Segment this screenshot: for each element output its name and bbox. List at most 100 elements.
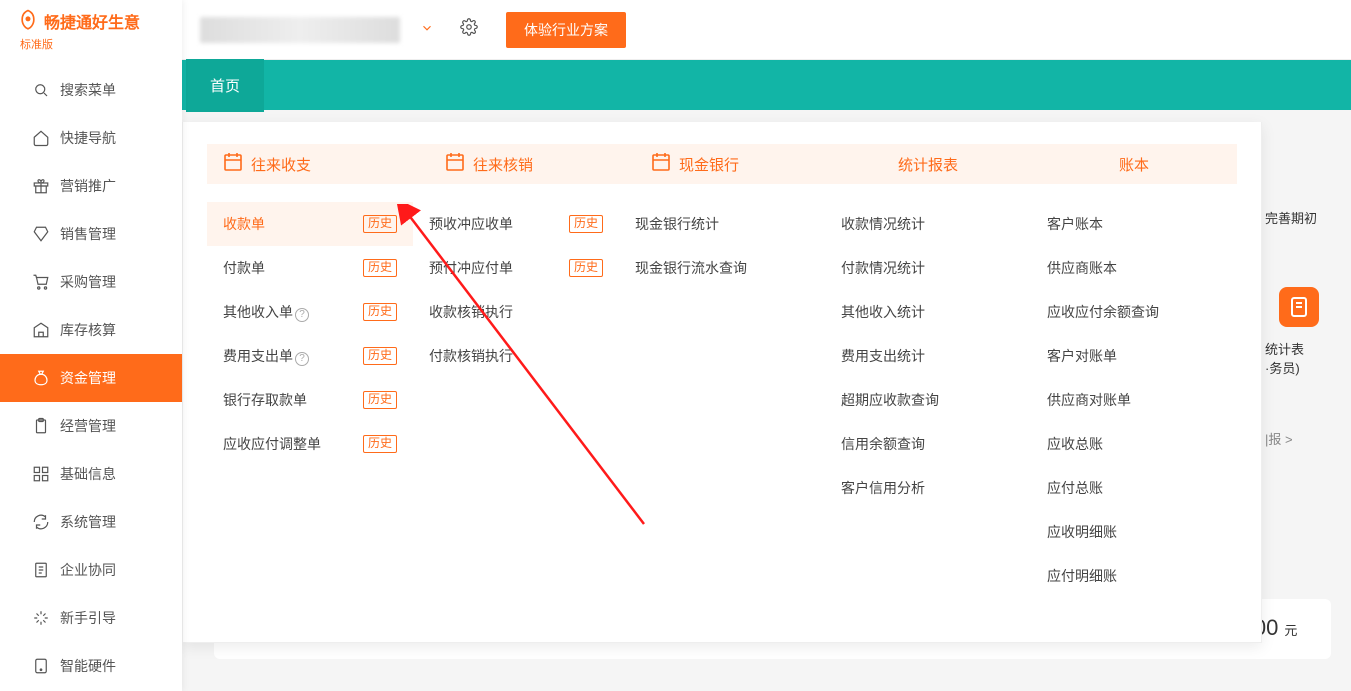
megamenu-col-1: 往来核销预收冲应收单历史预付冲应付单历史收款核销执行付款核销执行 <box>413 144 619 598</box>
sidebar-item-label: 资金管理 <box>60 368 116 388</box>
sidebar-item-3[interactable]: 销售管理 <box>0 210 182 258</box>
sidebar-item-label: 库存核算 <box>60 320 116 340</box>
refresh-icon <box>32 513 50 531</box>
sidebar-item-8[interactable]: 基础信息 <box>0 450 182 498</box>
menu-item-label: 其他收入单? <box>223 302 309 322</box>
history-tag[interactable]: 历史 <box>363 347 397 364</box>
sidebar-item-label: 采购管理 <box>60 272 116 292</box>
menu-item[interactable]: 费用支出统计 <box>825 334 1031 378</box>
menu-item-label: 付款情况统计 <box>841 258 925 278</box>
sidebar-item-0[interactable]: 搜索菜单 <box>0 66 182 114</box>
menu-item[interactable]: 费用支出单? 历史 <box>207 334 413 378</box>
sidebar-item-label: 经营管理 <box>60 416 116 436</box>
menu-item-label: 收款情况统计 <box>841 214 925 234</box>
megamenu-col-header: 账本 <box>1031 144 1237 184</box>
top-bar: 体验行业方案 <box>182 0 1351 60</box>
history-tag[interactable]: 历史 <box>363 215 397 232</box>
sidebar-item-5[interactable]: 库存核算 <box>0 306 182 354</box>
menu-item[interactable]: 其他收入单? 历史 <box>207 290 413 334</box>
history-tag[interactable]: 历史 <box>363 435 397 452</box>
tab-strip: 首页 <box>182 60 1351 110</box>
megamenu-col-3: 统计报表收款情况统计付款情况统计其他收入统计费用支出统计超期应收款查询信用余额查… <box>825 144 1031 598</box>
history-tag[interactable]: 历史 <box>363 303 397 320</box>
menu-item-label: 信用余额查询 <box>841 434 925 454</box>
menu-item[interactable]: 付款情况统计 <box>825 246 1031 290</box>
sidebar-item-6[interactable]: 资金管理 <box>0 354 182 402</box>
help-icon[interactable]: ? <box>295 352 309 366</box>
org-dropdown-chevron-icon[interactable] <box>420 21 434 39</box>
sidebar-item-11[interactable]: 新手引导 <box>0 594 182 642</box>
menu-item[interactable]: 供应商账本 <box>1031 246 1237 290</box>
history-tag[interactable]: 历史 <box>569 215 603 232</box>
menu-item[interactable]: 收款单 历史 <box>207 202 413 246</box>
menu-item-label: 现金银行流水查询 <box>635 258 747 278</box>
menu-item-label: 应收总账 <box>1047 434 1103 454</box>
menu-item[interactable]: 现金银行统计 <box>619 202 825 246</box>
menu-item[interactable]: 应收应付调整单 历史 <box>207 422 413 466</box>
menu-item-label: 费用支出单? <box>223 346 309 366</box>
column-title: 现金银行 <box>679 154 739 175</box>
sidebar-item-1[interactable]: 快捷导航 <box>0 114 182 162</box>
menu-item-label: 收款核销执行 <box>429 302 513 322</box>
sidebar-item-2[interactable]: 营销推广 <box>0 162 182 210</box>
menu-item-label: 客户账本 <box>1047 214 1103 234</box>
megamenu-col-header: 往来核销 <box>413 144 619 184</box>
menu-item[interactable]: 应付总账 <box>1031 466 1237 510</box>
menu-item[interactable]: 信用余额查询 <box>825 422 1031 466</box>
column-header-icon <box>221 150 245 178</box>
column-title: 账本 <box>1119 154 1149 175</box>
sidebar-item-label: 系统管理 <box>60 512 116 532</box>
home-icon <box>32 129 50 147</box>
search-icon <box>32 81 50 99</box>
warehouse-icon <box>32 321 50 339</box>
menu-item[interactable]: 付款核销执行 <box>413 334 619 378</box>
menu-item-label: 银行存取款单 <box>223 390 307 410</box>
menu-item-label: 应收明细账 <box>1047 522 1117 542</box>
sidebar-item-7[interactable]: 经营管理 <box>0 402 182 450</box>
help-icon[interactable]: ? <box>295 308 309 322</box>
menu-item-label: 超期应收款查询 <box>841 390 939 410</box>
menu-item[interactable]: 其他收入统计 <box>825 290 1031 334</box>
menu-item[interactable]: 应收总账 <box>1031 422 1237 466</box>
diamond-icon <box>32 225 50 243</box>
sidebar-item-label: 新手引导 <box>60 608 116 628</box>
sidebar-item-10[interactable]: 企业协同 <box>0 546 182 594</box>
grid-icon <box>32 465 50 483</box>
menu-item-label: 付款核销执行 <box>429 346 513 366</box>
menu-item-label: 收款单 <box>223 214 265 234</box>
menu-item[interactable]: 现金银行流水查询 <box>619 246 825 290</box>
menu-item[interactable]: 应付明细账 <box>1031 554 1237 598</box>
history-tag[interactable]: 历史 <box>569 259 603 276</box>
menu-item[interactable]: 客户信用分析 <box>825 466 1031 510</box>
report-card-icon[interactable] <box>1279 287 1319 327</box>
menu-item[interactable]: 收款核销执行 <box>413 290 619 334</box>
menu-item[interactable]: 超期应收款查询 <box>825 378 1031 422</box>
menu-item[interactable]: 预收冲应收单历史 <box>413 202 619 246</box>
menu-item[interactable]: 付款单历史 <box>207 246 413 290</box>
menu-item[interactable]: 银行存取款单 历史 <box>207 378 413 422</box>
history-tag[interactable]: 历史 <box>363 259 397 276</box>
menu-item[interactable]: 客户账本 <box>1031 202 1237 246</box>
menu-item-label: 应收应付调整单 <box>223 434 321 454</box>
megamenu-col-2: 现金银行现金银行统计现金银行流水查询 <box>619 144 825 598</box>
menu-item[interactable]: 应收应付余额查询 <box>1031 290 1237 334</box>
history-tag[interactable]: 历史 <box>363 391 397 408</box>
sidebar-item-4[interactable]: 采购管理 <box>0 258 182 306</box>
column-header-icon <box>443 150 467 178</box>
tab-home[interactable]: 首页 <box>186 59 264 112</box>
money-bag-icon <box>32 369 50 387</box>
menu-item[interactable]: 预付冲应付单历史 <box>413 246 619 290</box>
stat-currency: 元 <box>1284 620 1297 639</box>
menu-item[interactable]: 收款情况统计 <box>825 202 1031 246</box>
menu-item[interactable]: 供应商对账单 <box>1031 378 1237 422</box>
industry-plan-button[interactable]: 体验行业方案 <box>506 12 626 48</box>
menu-item[interactable]: 客户对账单 <box>1031 334 1237 378</box>
menu-item-label: 应付总账 <box>1047 478 1103 498</box>
sidebar-item-9[interactable]: 系统管理 <box>0 498 182 546</box>
sidebar-item-label: 搜索菜单 <box>60 80 116 100</box>
cart-icon <box>32 273 50 291</box>
settings-gear-icon[interactable] <box>460 18 478 41</box>
menu-item[interactable]: 应收明细账 <box>1031 510 1237 554</box>
sidebar-item-12[interactable]: 智能硬件 <box>0 642 182 690</box>
org-name-blurred <box>200 17 400 43</box>
